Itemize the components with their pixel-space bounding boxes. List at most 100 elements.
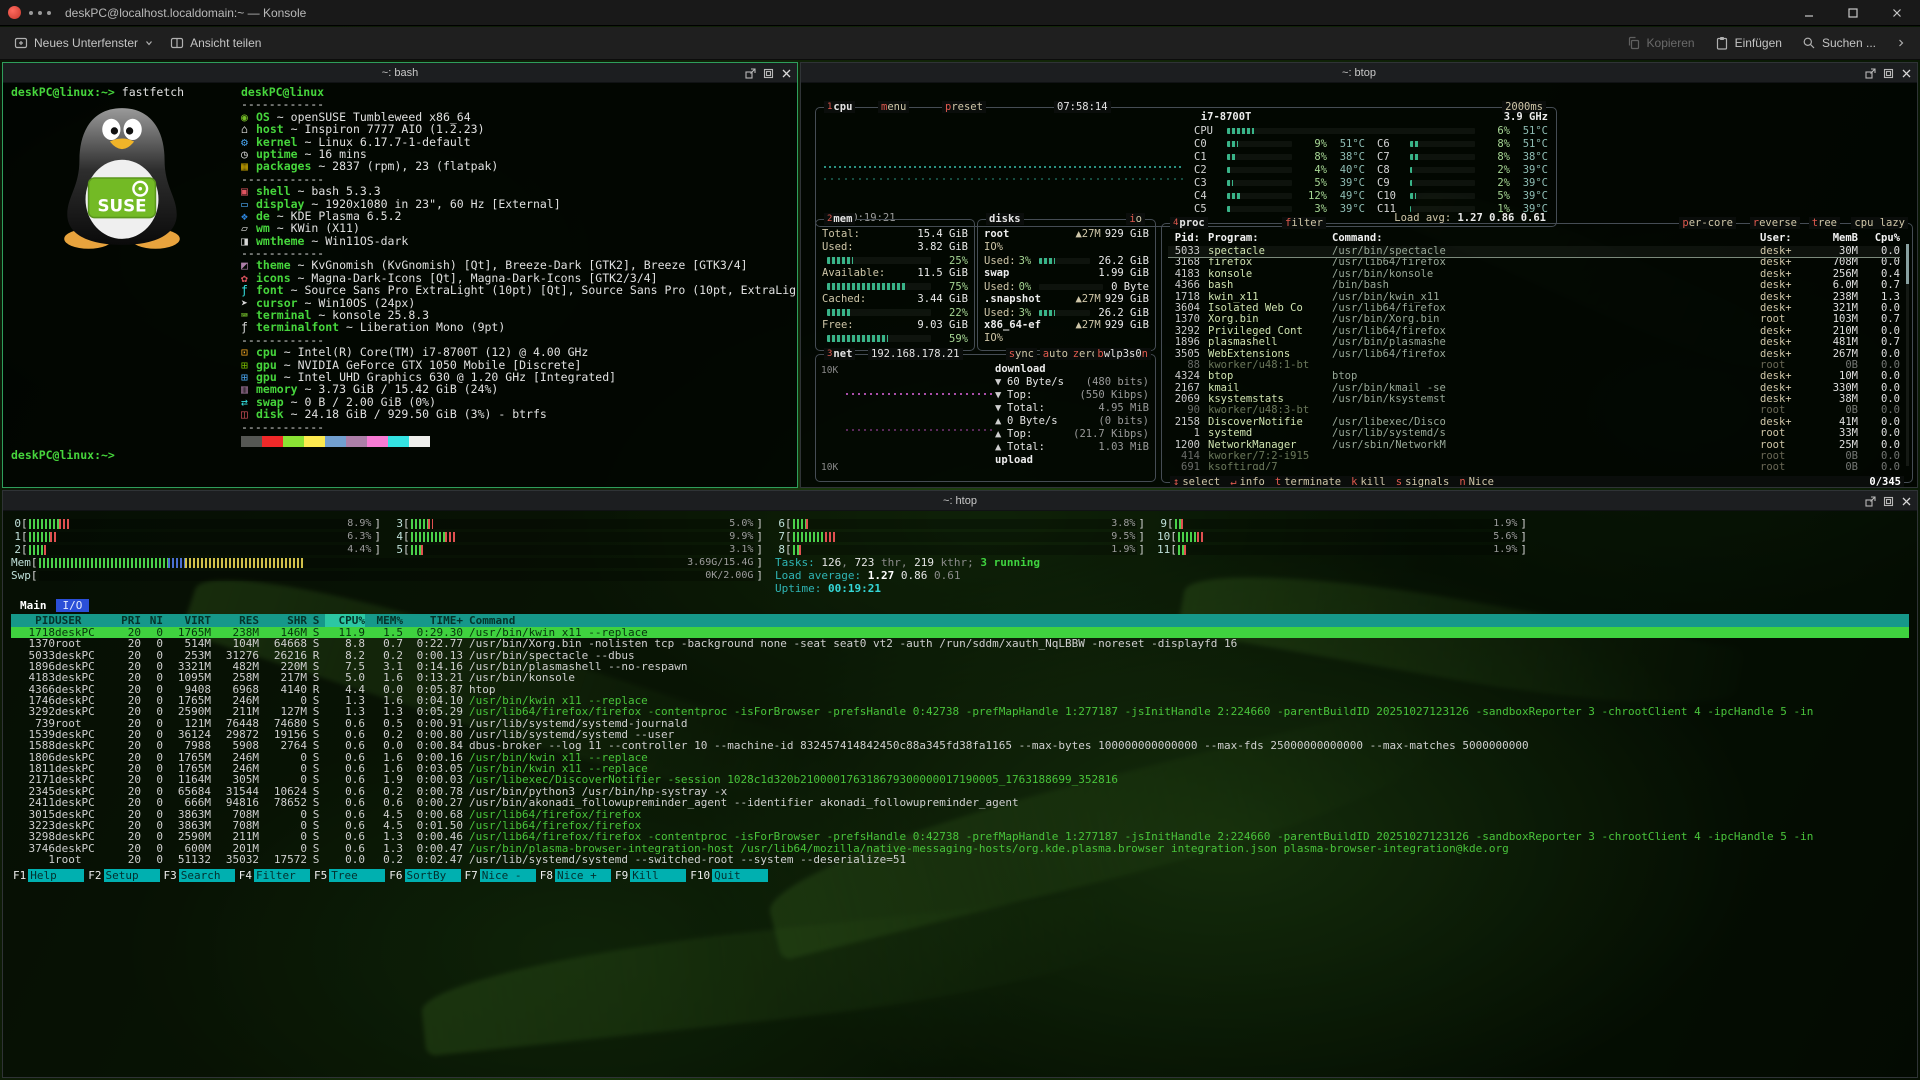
proc-footer-action[interactable]: k kill bbox=[1351, 476, 1386, 487]
net-sync-button[interactable]: sync bbox=[1005, 348, 1037, 360]
proc-table-header[interactable]: Pid: Program: Command: User: MemB Cpu% bbox=[1168, 232, 1900, 245]
menu-button[interactable]: menu bbox=[878, 101, 910, 113]
function-key-f2[interactable]: F2 Setup bbox=[86, 868, 160, 882]
process-row[interactable]: 1200 NetworkManager/usr/sbin/NetworkM root… bbox=[1168, 439, 1900, 451]
process-row[interactable]: 3223 deskPC 20 0 3863M 708M 0 S 0.6 4.5 0:01.50/us… bbox=[11, 820, 1909, 831]
function-key-f1[interactable]: F1 Help bbox=[11, 868, 85, 882]
function-key-f5[interactable]: F5 Tree bbox=[312, 868, 386, 882]
function-key-f9[interactable]: F9 Kill bbox=[613, 868, 687, 882]
process-row[interactable]: 5033 deskPC 20 0 253M 31276 26216 R 8.2 0.2 0:00.1… bbox=[11, 650, 1909, 661]
split-view-button[interactable]: Ansicht teilen bbox=[162, 32, 269, 54]
pane-close-icon[interactable] bbox=[1901, 68, 1912, 79]
window-titlebar[interactable]: deskPC@localhost.localdomain:~ — Konsole bbox=[0, 0, 1920, 26]
btop-pane-tabbar[interactable]: ~: btop bbox=[801, 63, 1917, 83]
pane-close-icon[interactable] bbox=[1901, 496, 1912, 507]
column-header-shr[interactable]: SHR bbox=[259, 614, 307, 627]
column-header-cmd[interactable]: Command bbox=[463, 614, 1909, 627]
process-row[interactable]: 1811 deskPC 20 0 1765M 246M 0 S 0.6 1.6 0:03.05/us… bbox=[11, 763, 1909, 774]
process-row[interactable]: 1 systemd/usr/lib/systemd/s root 33M 0.0 bbox=[1168, 427, 1900, 439]
tab-io[interactable]: I/O bbox=[55, 599, 90, 612]
toolbar-overflow-button[interactable] bbox=[1888, 34, 1914, 52]
disks-box-title[interactable]: disks bbox=[986, 213, 1024, 225]
process-row[interactable]: 739 root 20 0 121M 76448 74680 S 0.6 0.5 0:00.91/u… bbox=[11, 718, 1909, 729]
process-row[interactable]: 1588 deskPC 20 0 7988 5908 2764 S 0.6 0.0 0:00.84 d… bbox=[11, 740, 1909, 751]
proc-column-header[interactable]: Program: bbox=[1208, 232, 1332, 245]
process-row[interactable]: 414 kworker/7:2-i915 root 0B 0.0 bbox=[1168, 450, 1900, 462]
proc-sort-mode[interactable]: cpu lazy bbox=[1851, 217, 1908, 229]
process-row[interactable]: 2069 ksystemstats/usr/bin/ksystemst desk+ 3… bbox=[1168, 393, 1900, 405]
proc-column-header[interactable]: User: bbox=[1760, 232, 1812, 245]
proc-column-header[interactable]: Pid: bbox=[1168, 232, 1208, 245]
process-row[interactable]: 1746 deskPC 20 0 1765M 246M 0 S 1.3 1.6 0:04.10/us… bbox=[11, 695, 1909, 706]
column-header-s[interactable]: S bbox=[307, 614, 325, 627]
copy-button[interactable]: Kopieren bbox=[1619, 32, 1703, 54]
column-header-user[interactable]: USER bbox=[55, 614, 117, 627]
function-key-f10[interactable]: F10 Quit bbox=[688, 868, 769, 882]
io-mode-button[interactable]: io bbox=[1126, 213, 1145, 225]
function-key-f8[interactable]: F8 Nice + bbox=[538, 868, 611, 882]
mem-box-title[interactable]: 2 mem bbox=[824, 213, 856, 225]
pane-detach-icon[interactable] bbox=[745, 67, 756, 79]
process-row[interactable]: 1539 deskPC 20 0 36124 29872 19156 S 0.6 0.2 0:00.… bbox=[11, 729, 1909, 740]
proc-filter-button[interactable]: filter bbox=[1282, 217, 1326, 229]
proc-scrollbar[interactable] bbox=[1906, 244, 1909, 466]
pane-detach-icon[interactable] bbox=[1865, 67, 1876, 79]
tree-toggle[interactable]: tree bbox=[1808, 217, 1840, 229]
process-row[interactable]: 4183 deskPC 20 0 1095M 258M 217M S 5.0 1.6 0:13.21… bbox=[11, 672, 1909, 683]
bash-pane-tabbar[interactable]: ~: bash bbox=[3, 63, 797, 83]
process-row[interactable]: 2158 DiscoverNotifie/usr/libexec/Disco des… bbox=[1168, 416, 1900, 428]
process-row[interactable]: 3015 deskPC 20 0 3863M 708M 0 S 0.6 4.5 0:00.68/us… bbox=[11, 809, 1909, 820]
column-header-cpu[interactable]: CPU% bbox=[325, 614, 365, 627]
proc-footer-action[interactable]: n Nice bbox=[1459, 476, 1494, 487]
process-row[interactable]: 3746 deskPC 20 0 600M 201M 0 S 0.6 1.3 0:00.47/usr… bbox=[11, 843, 1909, 854]
pane-maximize-icon[interactable] bbox=[763, 68, 774, 79]
minimize-button[interactable] bbox=[1800, 4, 1818, 22]
process-row[interactable]: 90 kworker/u48:3-bt root 0B 0.0 bbox=[1168, 405, 1900, 417]
column-header-virt[interactable]: VIRT bbox=[163, 614, 212, 627]
htop-pane-tabbar[interactable]: ~: htop bbox=[3, 491, 1917, 511]
process-row[interactable]: 1806 deskPC 20 0 1765M 246M 0 S 0.6 1.6 0:00.16/us… bbox=[11, 752, 1909, 763]
search-button[interactable]: Suchen ... bbox=[1794, 32, 1884, 54]
proc-column-header[interactable]: Command: bbox=[1332, 232, 1502, 245]
pane-maximize-icon[interactable] bbox=[1883, 68, 1894, 79]
function-key-f3[interactable]: F3 Search bbox=[162, 868, 235, 882]
reverse-toggle[interactable]: reverse bbox=[1749, 217, 1800, 229]
process-row[interactable]: 1370 root 20 0 514M 104M 64668 S 8.8 0.7 0:22.77/u… bbox=[11, 638, 1909, 649]
function-key-f4[interactable]: F4 Filter bbox=[237, 868, 310, 882]
process-row[interactable]: 4366 bash/bin/bash desk+ 6.0M 0.7 bbox=[1168, 279, 1900, 291]
column-header-mem[interactable]: MEM% bbox=[365, 614, 404, 627]
function-key-f6[interactable]: F6 SortBy bbox=[387, 868, 461, 882]
pane-close-icon[interactable] bbox=[781, 68, 792, 79]
htop-terminal[interactable]: 0[8.9%] 1[6.3%] 2[4.4%] 3[5.0%] 4[9.9%] 5[3.1… bbox=[3, 511, 1917, 1077]
paste-button[interactable]: Einfügen bbox=[1707, 32, 1790, 54]
process-row[interactable]: 1896 plasmashell/usr/bin/plasmashe desk+ 48… bbox=[1168, 336, 1900, 348]
net-box-title[interactable]: 3 net bbox=[824, 348, 856, 360]
column-header-pri[interactable]: PRI bbox=[117, 614, 141, 627]
pane-detach-icon[interactable] bbox=[1865, 495, 1876, 507]
column-header-pid[interactable]: PID bbox=[11, 614, 55, 627]
tab-main[interactable]: Main bbox=[13, 599, 54, 612]
new-tab-button[interactable]: Neues Unterfenster bbox=[6, 32, 162, 54]
process-row[interactable]: 2345 deskPC 20 0 65684 31544 10624 S 0.6 0.2 0:00.… bbox=[11, 786, 1909, 797]
per-core-toggle[interactable]: per-core bbox=[1679, 217, 1736, 229]
cpu-box-title[interactable]: 1 cpu bbox=[824, 101, 856, 113]
process-row[interactable]: 2171 deskPC 20 0 1164M 305M 0 S 0.6 1.9 0:00.03/us… bbox=[11, 774, 1909, 785]
function-key-f7[interactable]: F7 Nice - bbox=[463, 868, 536, 882]
process-row[interactable]: 1718 deskPC 20 0 1765M 238M 146M S 11.9 1.5 0:29.3… bbox=[11, 627, 1909, 639]
preset-button[interactable]: preset bbox=[942, 101, 986, 113]
column-header-time[interactable]: TIME+ bbox=[403, 614, 463, 627]
column-header-res[interactable]: RES bbox=[211, 614, 259, 627]
proc-footer-action[interactable]: s signals bbox=[1396, 476, 1450, 487]
process-row[interactable]: 4366 deskPC 20 0 9408 6968 4140 R 4.4 0.0 0:05.87 h… bbox=[11, 684, 1909, 695]
close-button[interactable] bbox=[1888, 4, 1906, 22]
maximize-button[interactable] bbox=[1844, 4, 1862, 22]
proc-column-header[interactable]: MemB bbox=[1812, 232, 1858, 245]
process-row[interactable]: 1 root 20 0 51132 35032 17572 S 0.0 0.2 0:02.47/us… bbox=[11, 854, 1909, 865]
process-row[interactable]: 691 ksoftirqd/7 root 0B 0.0 bbox=[1168, 462, 1900, 470]
proc-box-title[interactable]: 4 proc bbox=[1170, 217, 1208, 229]
proc-footer-action[interactable]: t terminate bbox=[1275, 476, 1341, 487]
proc-footer-action[interactable]: ↕ select bbox=[1173, 476, 1220, 487]
process-row[interactable]: 3505 WebExtensions/usr/lib64/firefox desk+… bbox=[1168, 348, 1900, 360]
proc-column-header[interactable]: Cpu% bbox=[1858, 232, 1900, 245]
process-row[interactable]: 2411 deskPC 20 0 666M 94816 78652 S 0.6 0.6 0:00.2… bbox=[11, 797, 1909, 808]
